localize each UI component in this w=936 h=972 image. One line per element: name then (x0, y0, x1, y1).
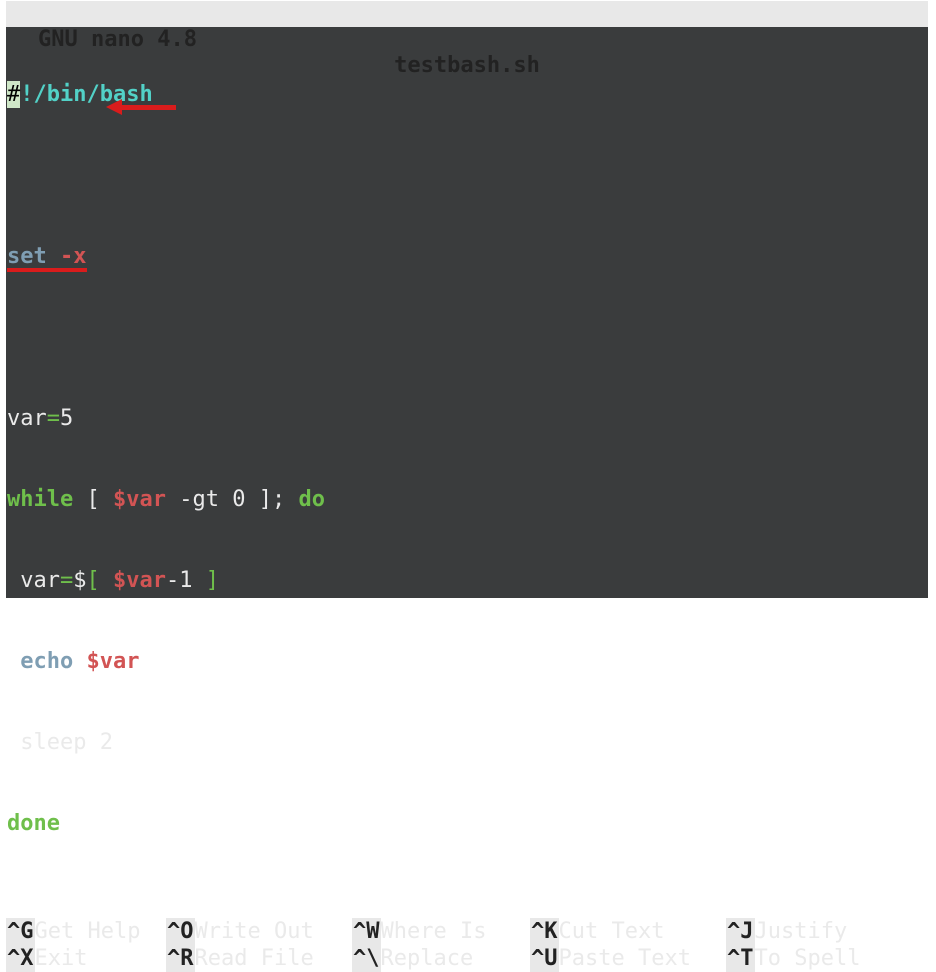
shortcut-cut-text[interactable]: ^K Cut Text (530, 918, 726, 945)
set-flag: -x (47, 244, 87, 269)
shortcut-label: Where Is (381, 918, 487, 945)
shortcut-key: ^U (530, 945, 559, 972)
code-line-sleep: sleep 2 (7, 729, 927, 756)
titlebar: GNU nano 4.8 testbash.sh (6, 1, 928, 27)
shortcut-key: ^X (6, 945, 35, 972)
while-keyword: while (7, 487, 73, 512)
cursor: # (7, 81, 20, 108)
done-keyword: done (7, 811, 60, 836)
shortcut-label: Cut Text (559, 918, 665, 945)
shortcut-key: ^O (166, 918, 195, 945)
shortcut-bar: ^G Get Help ^O Write Out ^W Where Is ^K … (6, 918, 928, 972)
bracket-open: [ (73, 487, 113, 512)
zero: 0 (232, 487, 245, 512)
code-line-1: #!/bin/bash (7, 81, 927, 108)
code-line-var: var=5 (7, 405, 927, 432)
code-line-done: done (7, 810, 927, 837)
sleep-keyword: sleep (20, 730, 86, 755)
shortcut-label: Justify (755, 918, 848, 945)
shortcut-get-help[interactable]: ^G Get Help (6, 918, 166, 945)
shortcut-replace[interactable]: ^\ Replace (352, 945, 530, 972)
shortcut-justify[interactable]: ^J Justify (726, 918, 928, 945)
var-ref-3: $var (86, 649, 139, 674)
shortcut-key: ^R (166, 945, 195, 972)
gt-op: -gt (166, 487, 232, 512)
shortcut-exit[interactable]: ^X Exit (6, 945, 166, 972)
shebang: !/bin/bash (20, 82, 152, 107)
shortcut-to-spell[interactable]: ^T To Spell (726, 945, 928, 972)
shortcut-where-is[interactable]: ^W Where Is (352, 918, 530, 945)
shortcut-key: ^\ (352, 945, 381, 972)
code-line-varassign2: var=$[ $var-1 ] (7, 567, 927, 594)
sq-close: ] (192, 568, 219, 593)
shortcut-read-file[interactable]: ^R Read File (166, 945, 352, 972)
value-2: 2 (86, 730, 113, 755)
shortcut-label: Read File (195, 945, 314, 972)
shortcut-label: Paste Text (559, 945, 691, 972)
dollar: $ (73, 568, 86, 593)
shortcut-key: ^K (530, 918, 559, 945)
code-line-echo: echo $var (7, 648, 927, 675)
equals-2: = (60, 568, 73, 593)
echo-keyword: echo (20, 649, 73, 674)
shortcut-label: Write Out (195, 918, 314, 945)
value-5: 5 (60, 406, 73, 431)
shortcut-row-1: ^G Get Help ^O Write Out ^W Where Is ^K … (6, 918, 928, 945)
editor-area[interactable]: #!/bin/bash set -x var=5 while [ $var -g… (6, 27, 928, 918)
set-keyword: set (7, 244, 47, 269)
var-name-2: var (20, 568, 60, 593)
blank-line (7, 162, 927, 189)
shortcut-key: ^J (726, 918, 755, 945)
var-ref-2: $var (113, 568, 166, 593)
shortcut-key: ^G (6, 918, 35, 945)
code-line-while: while [ $var -gt 0 ]; do (7, 486, 927, 513)
equals: = (47, 406, 60, 431)
shortcut-label: Exit (35, 945, 88, 972)
shortcut-label: Get Help (35, 918, 141, 945)
code-line-set: set -x (7, 243, 927, 270)
shortcut-key: ^T (726, 945, 755, 972)
minus1: -1 (166, 568, 193, 593)
var-ref: $var (113, 487, 166, 512)
nano-terminal: GNU nano 4.8 testbash.sh #!/bin/bash set… (6, 1, 928, 598)
shortcut-row-2: ^X Exit ^R Read File ^\ Replace ^U Paste… (6, 945, 928, 972)
shortcut-label: To Spell (755, 945, 861, 972)
var-name: var (7, 406, 47, 431)
sq-open: [ (87, 568, 114, 593)
blank-line-2 (7, 324, 927, 351)
shortcut-write-out[interactable]: ^O Write Out (166, 918, 352, 945)
do-keyword: do (285, 487, 325, 512)
shortcut-paste-text[interactable]: ^U Paste Text (530, 945, 726, 972)
bracket-close: ]; (245, 487, 285, 512)
shortcut-key: ^W (352, 918, 381, 945)
shortcut-label: Replace (381, 945, 474, 972)
